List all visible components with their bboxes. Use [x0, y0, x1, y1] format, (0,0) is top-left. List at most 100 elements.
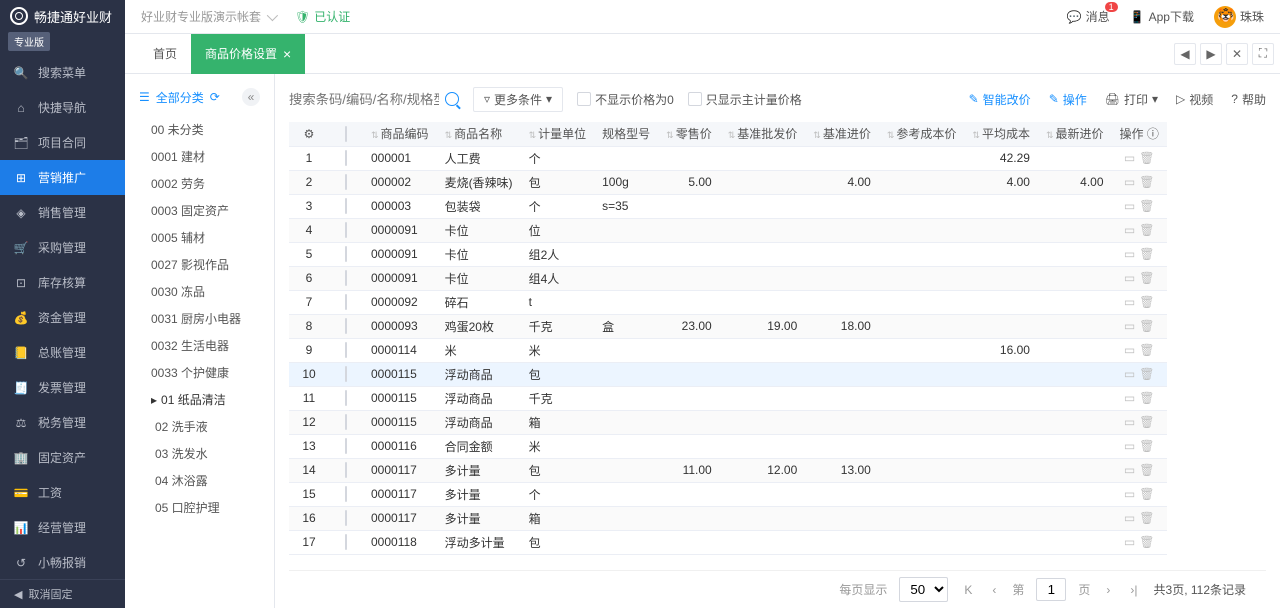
info-icon[interactable]: ⓘ: [1147, 127, 1159, 141]
tab-fullscreen-button[interactable]: ⛶: [1252, 43, 1274, 65]
row-checkbox[interactable]: [345, 270, 347, 286]
column-header[interactable]: 参考成本价: [879, 122, 965, 146]
column-header[interactable]: 基准批发价: [720, 122, 806, 146]
column-header[interactable]: 平均成本: [964, 122, 1038, 146]
category-item[interactable]: 0032 生活电器: [147, 332, 266, 359]
edit-icon[interactable]: ▭: [1124, 343, 1135, 357]
row-checkbox[interactable]: [345, 318, 347, 334]
column-header[interactable]: 商品名称: [437, 122, 521, 146]
sidebar-item-6[interactable]: ⊡库存核算: [0, 265, 125, 300]
delete-icon[interactable]: 🗑: [1139, 391, 1154, 405]
column-header[interactable]: 零售价: [658, 122, 720, 146]
tab-1[interactable]: 商品价格设置×: [191, 34, 305, 74]
delete-icon[interactable]: 🗑: [1139, 511, 1154, 525]
category-item[interactable]: 0003 固定资产: [147, 197, 266, 224]
category-item-expanded[interactable]: ▸ 01 纸品清洁: [147, 386, 266, 413]
category-subitem[interactable]: 03 洗发水: [147, 440, 266, 467]
close-icon[interactable]: ×: [283, 46, 291, 62]
delete-icon[interactable]: 🗑: [1139, 439, 1154, 453]
edit-icon[interactable]: ▭: [1124, 535, 1135, 549]
search-input[interactable]: [289, 92, 439, 107]
category-all[interactable]: 全部分类: [156, 89, 204, 106]
tab-close-button[interactable]: ✕: [1226, 43, 1248, 65]
delete-icon[interactable]: 🗑: [1139, 295, 1154, 309]
table-row[interactable]: 70000092碎石t▭🗑: [289, 290, 1167, 314]
table-row[interactable]: 140000117多计量包11.0012.0013.00▭🗑: [289, 458, 1167, 482]
table-row[interactable]: 100000115浮动商品包▭🗑: [289, 362, 1167, 386]
edit-icon[interactable]: ▭: [1124, 415, 1135, 429]
search-icon[interactable]: [445, 92, 459, 106]
category-item[interactable]: 0002 劳务: [147, 170, 266, 197]
row-checkbox[interactable]: [345, 366, 347, 382]
page-next-button[interactable]: ›: [1102, 581, 1114, 599]
column-header[interactable]: [329, 122, 363, 146]
delete-icon[interactable]: 🗑: [1139, 151, 1154, 165]
delete-icon[interactable]: 🗑: [1139, 223, 1154, 237]
tab-0[interactable]: 首页: [139, 34, 191, 74]
row-checkbox[interactable]: [345, 150, 347, 166]
delete-icon[interactable]: 🗑: [1139, 199, 1154, 213]
row-checkbox[interactable]: [345, 246, 347, 262]
category-subitem[interactable]: 02 洗手液: [147, 413, 266, 440]
edit-icon[interactable]: ▭: [1124, 271, 1135, 285]
user-menu[interactable]: 珠珠: [1214, 6, 1264, 28]
column-header[interactable]: 基准进价: [805, 122, 879, 146]
sidebar-item-10[interactable]: ⚖税务管理: [0, 405, 125, 440]
sidebar-pin-toggle[interactable]: ◀ 取消固定: [0, 579, 125, 608]
table-row[interactable]: 160000117多计量箱▭🗑: [289, 506, 1167, 530]
row-checkbox[interactable]: [345, 174, 347, 190]
row-checkbox[interactable]: [345, 462, 347, 478]
messages-link[interactable]: 💬 消息 1: [1067, 8, 1110, 25]
edit-icon[interactable]: ▭: [1124, 151, 1135, 165]
sidebar-item-11[interactable]: 🏢固定资产: [0, 440, 125, 475]
delete-icon[interactable]: 🗑: [1139, 535, 1154, 549]
refresh-icon[interactable]: ⟳: [210, 90, 220, 104]
tenant-selector[interactable]: 好业财专业版演示帐套: [141, 8, 275, 25]
table-row[interactable]: 40000091卡位位▭🗑: [289, 218, 1167, 242]
edit-icon[interactable]: ▭: [1124, 175, 1135, 189]
category-item[interactable]: 00 未分类: [147, 116, 266, 143]
operate-button[interactable]: ✎ 操作: [1049, 91, 1087, 108]
edit-icon[interactable]: ▭: [1124, 319, 1135, 333]
page-first-button[interactable]: K: [960, 581, 976, 599]
help-button[interactable]: ? 帮助: [1231, 91, 1266, 108]
edit-icon[interactable]: ▭: [1124, 223, 1135, 237]
collapse-panel-button[interactable]: «: [242, 88, 260, 106]
edit-icon[interactable]: ▭: [1124, 199, 1135, 213]
row-checkbox[interactable]: [345, 414, 347, 430]
smart-price-button[interactable]: ✎ 智能改价: [969, 91, 1031, 108]
delete-icon[interactable]: 🗑: [1139, 175, 1154, 189]
sidebar-item-5[interactable]: 🛒采购管理: [0, 230, 125, 265]
page-input[interactable]: [1036, 578, 1066, 601]
edit-icon[interactable]: ▭: [1124, 367, 1135, 381]
select-all-checkbox[interactable]: [345, 126, 347, 142]
category-subitem[interactable]: 04 沐浴露: [147, 467, 266, 494]
sidebar-item-0[interactable]: 🔍搜索菜单: [0, 55, 125, 90]
edit-icon[interactable]: ▭: [1124, 391, 1135, 405]
row-checkbox[interactable]: [345, 342, 347, 358]
tab-prev-button[interactable]: ◀: [1174, 43, 1196, 65]
delete-icon[interactable]: 🗑: [1139, 367, 1154, 381]
category-item[interactable]: 0001 建材: [147, 143, 266, 170]
table-row[interactable]: 150000117多计量个▭🗑: [289, 482, 1167, 506]
table-row[interactable]: 120000115浮动商品箱▭🗑: [289, 410, 1167, 434]
category-item[interactable]: 0033 个护健康: [147, 359, 266, 386]
delete-icon[interactable]: 🗑: [1139, 343, 1154, 357]
table-row[interactable]: 60000091卡位组4人▭🗑: [289, 266, 1167, 290]
edit-icon[interactable]: ▭: [1124, 295, 1135, 309]
category-item[interactable]: 0027 影视作品: [147, 251, 266, 278]
row-checkbox[interactable]: [345, 222, 347, 238]
row-checkbox[interactable]: [345, 390, 347, 406]
column-header[interactable]: 规格型号: [594, 122, 658, 146]
table-row[interactable]: 2000002麦烧(香辣味)包100g5.004.004.004.00▭🗑: [289, 170, 1167, 194]
column-header[interactable]: ⚙: [289, 122, 329, 146]
sidebar-item-7[interactable]: 💰资金管理: [0, 300, 125, 335]
gear-icon[interactable]: ⚙: [304, 127, 315, 141]
table-row[interactable]: 130000116合同金额米▭🗑: [289, 434, 1167, 458]
column-header[interactable]: 计量单位: [521, 122, 595, 146]
table-row[interactable]: 110000115浮动商品千克▭🗑: [289, 386, 1167, 410]
hide-zero-price-checkbox[interactable]: 不显示价格为0: [577, 91, 674, 108]
delete-icon[interactable]: 🗑: [1139, 271, 1154, 285]
sidebar-item-1[interactable]: ⌂快捷导航: [0, 90, 125, 125]
only-main-unit-checkbox[interactable]: 只显示主计量价格: [688, 91, 802, 108]
